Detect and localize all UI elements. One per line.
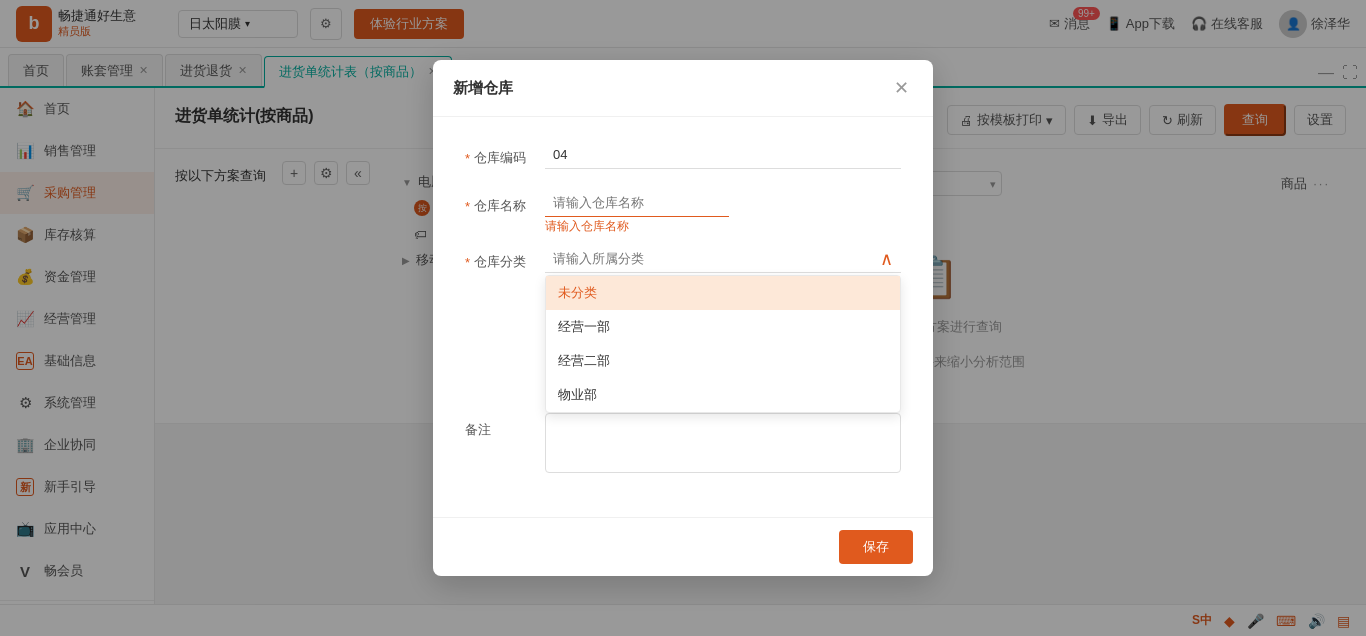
dialog-save-button[interactable]: 保存 (839, 530, 913, 564)
category-select-wrap: ∧ (545, 245, 901, 273)
note-label: 备注 (465, 413, 545, 439)
dialog-overlay[interactable]: 新增仓库 ✕ * 仓库编码 * 仓库名称 请输入仓库名称 (0, 0, 1366, 636)
dropdown-item-uncategorized[interactable]: 未分类 (546, 276, 900, 310)
warehouse-note-input[interactable] (545, 413, 901, 473)
code-required-star: * (465, 151, 470, 166)
dialog-body: * 仓库编码 * 仓库名称 请输入仓库名称 * (433, 117, 933, 517)
name-required-star: * (465, 199, 470, 214)
category-required-star: * (465, 255, 470, 270)
dialog-title: 新增仓库 (453, 79, 513, 98)
warehouse-name-row: * 仓库名称 请输入仓库名称 (465, 189, 901, 217)
category-dropdown-list: 未分类 经营一部 经营二部 物业部 (545, 275, 901, 413)
name-error-message: 请输入仓库名称 (545, 218, 629, 235)
warehouse-code-row: * 仓库编码 (465, 141, 901, 169)
category-input[interactable] (545, 245, 901, 273)
category-dropdown-arrow[interactable]: ∧ (880, 248, 893, 270)
dropdown-item-ops1[interactable]: 经营一部 (546, 310, 900, 344)
dropdown-item-property[interactable]: 物业部 (546, 378, 900, 412)
dialog-header: 新增仓库 ✕ (433, 60, 933, 117)
dropdown-item-ops2[interactable]: 经营二部 (546, 344, 900, 378)
warehouse-note-row: 备注 (465, 413, 901, 473)
add-warehouse-dialog: 新增仓库 ✕ * 仓库编码 * 仓库名称 请输入仓库名称 (433, 60, 933, 576)
warehouse-category-row: * 仓库分类 ∧ 未分类 经营一部 经营二部 物业部 (465, 245, 901, 273)
warehouse-name-input[interactable] (545, 189, 729, 217)
category-label: * 仓库分类 (465, 245, 545, 271)
dialog-close-button[interactable]: ✕ (889, 76, 913, 100)
warehouse-code-input[interactable] (545, 141, 901, 169)
code-label: * 仓库编码 (465, 141, 545, 167)
name-label: * 仓库名称 (465, 189, 545, 215)
dialog-footer: 保存 (433, 517, 933, 576)
